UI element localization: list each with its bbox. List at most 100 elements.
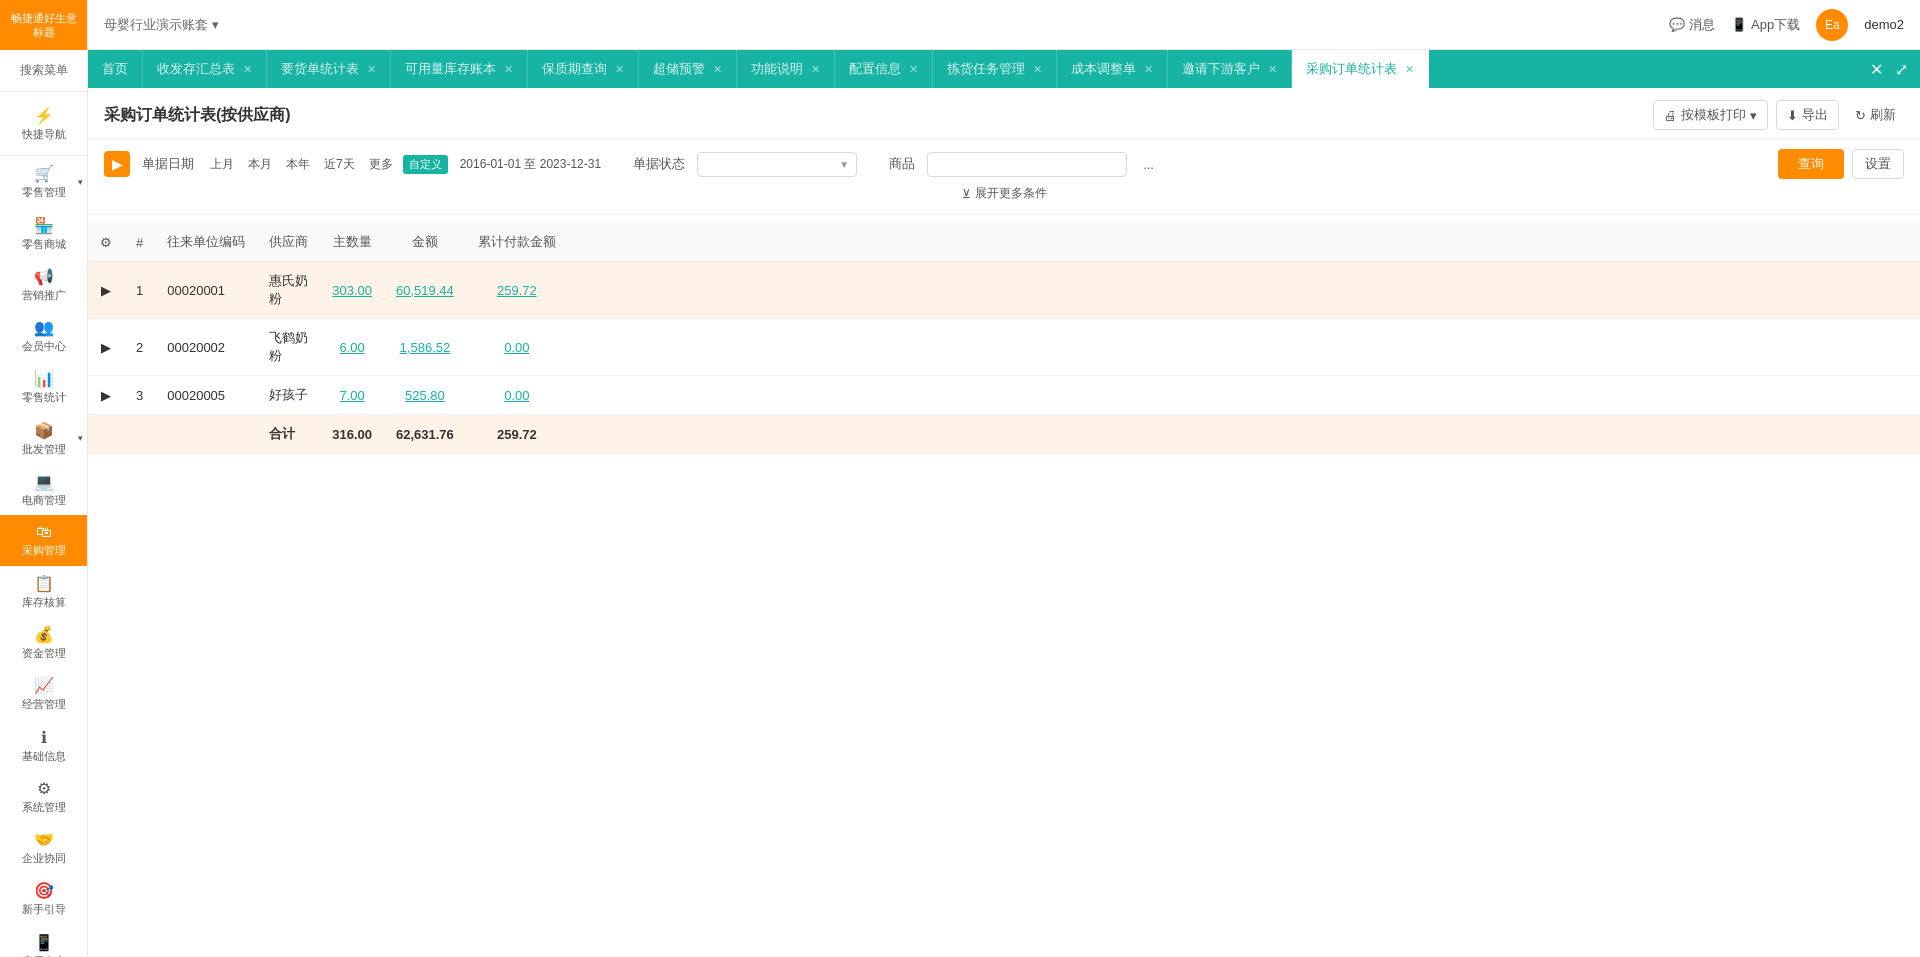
tab-item-9[interactable]: 成本调整单✕ [1057,50,1168,88]
sidebar-label-3: 会员中心 [22,339,66,353]
tab-item-10[interactable]: 邀请下游客户✕ [1168,50,1292,88]
shortcut-last-month[interactable]: 上月 [206,154,238,175]
shortcut-more[interactable]: 更多 [365,154,397,175]
tab-item-1[interactable]: 收发存汇总表✕ [143,50,267,88]
tab-close-icon-10[interactable]: ✕ [1268,63,1277,76]
filter-more-button[interactable]: ... [1139,153,1158,176]
export-button[interactable]: ⬇ 导出 [1776,100,1839,130]
refresh-button[interactable]: ↻ 刷新 [1847,101,1904,129]
table-col-settings[interactable]: ⚙ [88,223,124,262]
filter-expand-button[interactable]: ⊻ 展开更多条件 [962,185,1047,202]
row-expand-0[interactable]: ▶ [88,262,124,319]
sidebar-item-零售管理[interactable]: 🛒 零售管理 ▾ [0,156,87,207]
user-name[interactable]: demo2 [1864,17,1904,32]
row-expand-icon-0: ▶ [101,283,111,298]
row-supplier-2: 好孩子 [257,376,320,415]
tab-item-8[interactable]: 拣货任务管理✕ [933,50,1057,88]
shortcut-this-month[interactable]: 本月 [244,154,276,175]
tab-item-6[interactable]: 功能说明✕ [737,50,835,88]
tab-close-icon-4[interactable]: ✕ [615,63,624,76]
filter-toggle-button[interactable]: ▶ [104,151,130,177]
filter-status-select[interactable]: 全部 [697,152,857,177]
tab-item-3[interactable]: 可用量库存账本✕ [391,50,528,88]
tab-item-7[interactable]: 配置信息✕ [835,50,933,88]
template-print-button[interactable]: 🖨 按模板打印 ▾ [1653,100,1768,130]
sidebar-nav-list: 🛒 零售管理 ▾ 🏪 零售商城 📢 营销推广 👥 会员中心 📊 零售统计 📦 批… [0,156,87,957]
tab-close-icon-1[interactable]: ✕ [243,63,252,76]
tab-close-icon-8[interactable]: ✕ [1033,63,1042,76]
table-col-amount: 金额 [384,223,466,262]
row-paid-0[interactable]: 259.72 [466,262,568,319]
shortcut-7days[interactable]: 近7天 [320,154,359,175]
row-paid-1[interactable]: 0.00 [466,319,568,376]
row-expand-icon-2: ▶ [101,388,111,403]
row-quantity-1[interactable]: 6.00 [320,319,384,376]
sidebar-item-label: 快捷导航 [22,127,66,141]
tab-item-5[interactable]: 超储预警✕ [639,50,737,88]
table-row[interactable]: ▶ 1 00020001 惠氏奶粉 303.00 60,519.44 259.7… [88,262,1920,319]
row-expand-icon-1: ▶ [101,340,111,355]
search-menu-button[interactable]: 搜索菜单 [6,58,81,83]
sidebar-icon-11: ℹ [41,728,47,747]
tab-item-0[interactable]: 首页 [88,50,143,88]
page-header: 采购订单统计表(按供应商) 🖨 按模板打印 ▾ ⬇ 导出 ↻ 刷新 [88,88,1920,139]
tab-item-4[interactable]: 保质期查询✕ [528,50,639,88]
tab-item-11[interactable]: 采购订单统计表✕ [1292,50,1429,88]
sidebar-item-库存核算[interactable]: 📋 库存核算 [0,566,87,617]
sidebar-item-电商管理[interactable]: 💻 电商管理 [0,464,87,515]
tab-close-icon-9[interactable]: ✕ [1144,63,1153,76]
message-button[interactable]: 💬 消息 [1669,16,1715,34]
tab-close-icon-3[interactable]: ✕ [504,63,513,76]
row-amount-1[interactable]: 1,586.52 [384,319,466,376]
maximize-tab-button[interactable]: ⤢ [1891,56,1912,83]
custom-date-badge[interactable]: 自定义 [403,155,448,174]
sidebar-item-资金管理[interactable]: 💰 资金管理 [0,617,87,668]
sidebar-item-新手引导[interactable]: 🎯 新手引导 [0,873,87,924]
app-icon: 📱 [1731,17,1747,32]
sidebar-icon-12: ⚙ [37,779,51,798]
row-paid-2[interactable]: 0.00 [466,376,568,415]
sidebar-label-12: 系统管理 [22,800,66,814]
tab-item-2[interactable]: 要货单统计表✕ [267,50,391,88]
tab-close-icon-2[interactable]: ✕ [367,63,376,76]
account-dropdown[interactable]: 母婴行业演示账套 ▾ [104,16,219,34]
row-supplier-1: 飞鹤奶粉 [257,319,320,376]
row-code-1: 00020002 [155,319,257,376]
tab-close-icon-6[interactable]: ✕ [811,63,820,76]
filter-setting-button[interactable]: 设置 [1852,149,1904,179]
tab-bar-actions: ✕ ⤢ [1858,56,1920,83]
sidebar-item-基础信息[interactable]: ℹ 基础信息 [0,720,87,771]
sidebar-item-系统管理[interactable]: ⚙ 系统管理 [0,771,87,822]
row-code-2: 00020005 [155,376,257,415]
row-amount-2[interactable]: 525.80 [384,376,466,415]
tab-close-icon-11[interactable]: ✕ [1405,63,1414,76]
filter-goods-input[interactable] [927,152,1127,177]
filter-status-wrapper: 全部 [697,152,857,177]
query-button[interactable]: 查询 [1778,149,1844,179]
row-expand-2[interactable]: ▶ [88,376,124,415]
shortcut-this-year[interactable]: 本年 [282,154,314,175]
sidebar-item-零售商城[interactable]: 🏪 零售商城 [0,208,87,259]
app-download-button[interactable]: 📱 App下载 [1731,16,1800,34]
row-amount-0[interactable]: 60,519.44 [384,262,466,319]
table-row[interactable]: ▶ 2 00020002 飞鹤奶粉 6.00 1,586.52 0.00 [88,319,1920,376]
sidebar-item-经营管理[interactable]: 📈 经营管理 [0,668,87,719]
user-avatar[interactable]: Ea [1816,9,1848,41]
table-row[interactable]: ▶ 3 00020005 好孩子 7.00 525.80 0.00 [88,376,1920,415]
sidebar-item-批发管理[interactable]: 📦 批发管理 ▾ [0,413,87,464]
sidebar-item-企业协同[interactable]: 🤝 企业协同 [0,822,87,873]
row-quantity-0[interactable]: 303.00 [320,262,384,319]
row-quantity-2[interactable]: 7.00 [320,376,384,415]
sidebar-item-quicknav[interactable]: ⚡ 快捷导航 [0,98,87,149]
close-tab-button[interactable]: ✕ [1866,56,1887,83]
sidebar-item-营销推广[interactable]: 📢 营销推广 [0,259,87,310]
tab-close-icon-5[interactable]: ✕ [713,63,722,76]
tab-close-icon-7[interactable]: ✕ [909,63,918,76]
sidebar-item-零售统计[interactable]: 📊 零售统计 [0,361,87,412]
sidebar-item-应用中心[interactable]: 📱 应用中心 [0,925,87,957]
sidebar-label-11: 基础信息 [22,749,66,763]
table-footer: 合计 316.00 62,631.76 259.72 [88,415,1920,454]
sidebar-item-采购管理[interactable]: 🛍 采购管理 [0,515,87,565]
sidebar-item-会员中心[interactable]: 👥 会员中心 [0,310,87,361]
row-expand-1[interactable]: ▶ [88,319,124,376]
